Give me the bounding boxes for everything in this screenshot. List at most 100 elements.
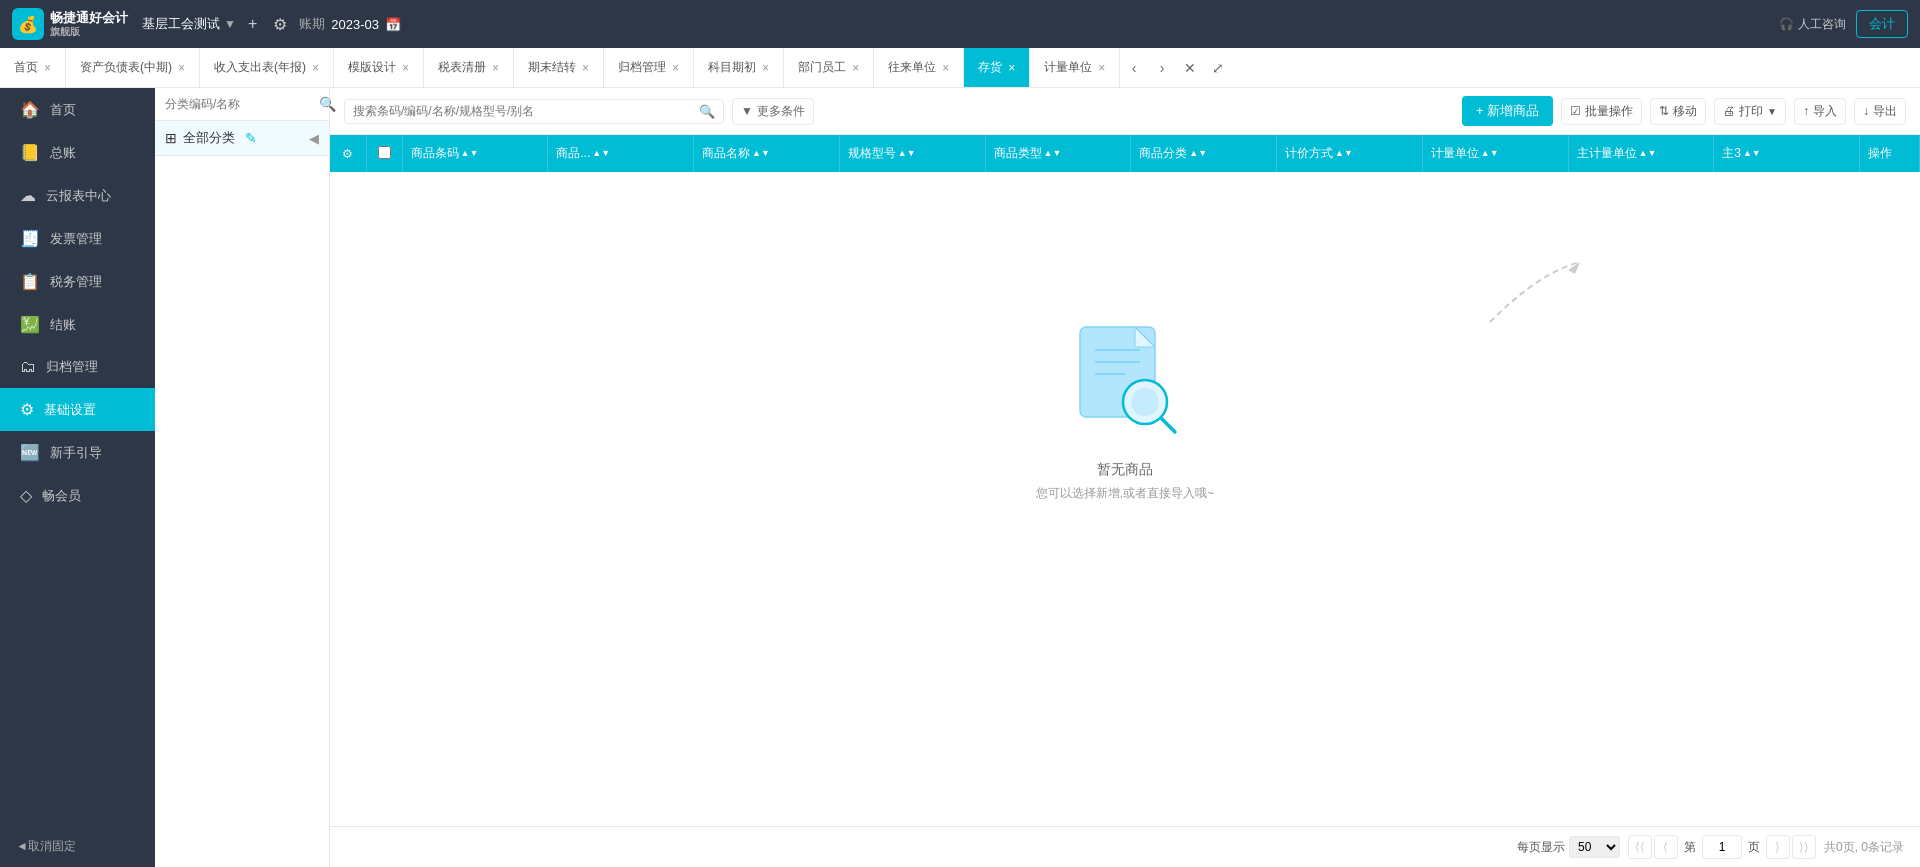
th-code[interactable]: 商品... ▲▼ xyxy=(548,135,694,172)
header-settings-button[interactable]: ⚙ xyxy=(269,11,291,38)
tab-period-close[interactable]: 期末结转 × xyxy=(514,48,604,87)
tab-subject[interactable]: 科目期初 × xyxy=(694,48,784,87)
sidebar-item-archive[interactable]: 🗂 归档管理 xyxy=(0,346,155,388)
add-tab-button[interactable]: + xyxy=(244,11,261,37)
tab-close-income[interactable]: × xyxy=(312,61,319,75)
sort-arrows-code: ▲▼ xyxy=(592,149,610,158)
th-checkbox[interactable] xyxy=(366,135,402,172)
settings-icon: ⚙ xyxy=(20,400,34,419)
pagination-bar: 每页显示 102050100 ⟨⟨ ⟨ 第 页 ⟩ ⟩⟩ 共0页, 0条 xyxy=(330,826,1920,867)
next-page-button[interactable]: ⟩ xyxy=(1766,835,1790,859)
tab-close-dept[interactable]: × xyxy=(852,61,859,75)
prev-page-button[interactable]: ⟨ xyxy=(1654,835,1678,859)
tab-inventory[interactable]: 存货 × xyxy=(964,48,1030,87)
th-name[interactable]: 商品名称 ▲▼ xyxy=(694,135,840,172)
sidebar-unpin-button[interactable]: ◄取消固定 xyxy=(0,826,155,867)
th-col3[interactable]: 主3 ▲▼ xyxy=(1714,135,1860,172)
calendar-icon[interactable]: 📅 xyxy=(385,17,401,32)
page-navigation: ⟨⟨ ⟨ 第 页 ⟩ ⟩⟩ xyxy=(1628,835,1816,859)
tab-close-subject[interactable]: × xyxy=(762,61,769,75)
import-button[interactable]: ↑ 导入 xyxy=(1794,98,1846,125)
company-name[interactable]: 基层工会测试 ▼ xyxy=(142,15,236,33)
th-spec[interactable]: 规格型号 ▲▼ xyxy=(839,135,985,172)
account-button[interactable]: 会计 xyxy=(1856,10,1908,38)
th-main-unit[interactable]: 主计量单位 ▲▼ xyxy=(1568,135,1714,172)
tab-template[interactable]: 模版设计 × xyxy=(334,48,424,87)
page-number-input[interactable] xyxy=(1702,835,1742,859)
th-category[interactable]: 商品分类 ▲▼ xyxy=(1131,135,1277,172)
th-settings[interactable]: ⚙ xyxy=(330,135,366,172)
select-all-checkbox[interactable] xyxy=(378,146,391,159)
tab-close-period[interactable]: × xyxy=(582,61,589,75)
category-search-input[interactable] xyxy=(165,97,315,111)
settle-icon: 💹 xyxy=(20,315,40,334)
tab-prev-button[interactable]: ‹ xyxy=(1120,48,1148,87)
tab-close-tax[interactable]: × xyxy=(492,61,499,75)
category-search-container: 🔍 xyxy=(155,88,329,121)
edit-category-icon[interactable]: ✎ xyxy=(245,130,257,146)
tab-close-archive[interactable]: × xyxy=(672,61,679,75)
tab-income[interactable]: 收入支出表(年报) × xyxy=(200,48,334,87)
tab-expand-button[interactable]: ⤢ xyxy=(1204,48,1232,87)
last-page-button[interactable]: ⟩⟩ xyxy=(1792,835,1816,859)
sidebar-item-settings[interactable]: ⚙ 基础设置 xyxy=(0,388,155,431)
sidebar-item-ledger[interactable]: 📒 总账 xyxy=(0,131,155,174)
tab-close-all-button[interactable]: ✕ xyxy=(1176,48,1204,87)
collapse-panel-icon[interactable]: ◀ xyxy=(309,131,319,146)
tab-close-template[interactable]: × xyxy=(402,61,409,75)
tab-close-balance[interactable]: × xyxy=(178,61,185,75)
tab-archive[interactable]: 归档管理 × xyxy=(604,48,694,87)
sidebar-item-invoice[interactable]: 🧾 发票管理 xyxy=(0,217,155,260)
sidebar-item-home[interactable]: 🏠 首页 xyxy=(0,88,155,131)
sidebar-item-member[interactable]: ◇ 畅会员 xyxy=(0,474,155,517)
tab-balance-sheet[interactable]: 资产负债表(中期) × xyxy=(66,48,200,87)
tab-close-inventory[interactable]: × xyxy=(1008,61,1015,75)
th-unit[interactable]: 计量单位 ▲▼ xyxy=(1422,135,1568,172)
print-button[interactable]: 🖨 打印 ▼ xyxy=(1714,98,1786,125)
th-barcode[interactable]: 商品条码 ▲▼ xyxy=(402,135,548,172)
sidebar-item-guide[interactable]: 🆕 新手引导 xyxy=(0,431,155,474)
page-size-select-input[interactable]: 102050100 xyxy=(1569,836,1620,858)
tab-unit[interactable]: 计量单位 × xyxy=(1030,48,1120,87)
export-icon: ↓ xyxy=(1863,104,1869,118)
app-name-main: 畅捷通好会计 xyxy=(50,10,128,26)
tab-next-button[interactable]: › xyxy=(1148,48,1176,87)
tab-tax[interactable]: 税表清册 × xyxy=(424,48,514,87)
sort-arrows-type: ▲▼ xyxy=(1044,149,1062,158)
product-table: ⚙ 商品条码 ▲▼ xyxy=(330,135,1920,172)
empty-subtitle: 您可以选择新增,或者直接导入哦~ xyxy=(1036,485,1214,502)
th-type[interactable]: 商品类型 ▲▼ xyxy=(985,135,1131,172)
more-filter-button[interactable]: ▼ 更多条件 xyxy=(732,98,814,125)
new-product-button[interactable]: + 新增商品 xyxy=(1462,96,1553,126)
batch-operation-button[interactable]: ☑ 批量操作 xyxy=(1561,98,1642,125)
first-page-button[interactable]: ⟨⟨ xyxy=(1628,835,1652,859)
sidebar: 🏠 首页 📒 总账 ☁ 云报表中心 🧾 发票管理 📋 税务管理 💹 结账 xyxy=(0,88,155,867)
tab-department[interactable]: 部门员工 × xyxy=(784,48,874,87)
sidebar-item-tax[interactable]: 📋 税务管理 xyxy=(0,260,155,303)
sidebar-item-reports[interactable]: ☁ 云报表中心 xyxy=(0,174,155,217)
left-panel: 🔍 ⊞ 全部分类 ✎ ◀ xyxy=(155,88,330,867)
th-pricing[interactable]: 计价方式 ▲▼ xyxy=(1277,135,1423,172)
logo-icon: 💰 xyxy=(12,8,44,40)
move-button[interactable]: ⇅ 移动 xyxy=(1650,98,1706,125)
tab-home[interactable]: 首页 × xyxy=(0,48,66,87)
sort-arrows-unit: ▲▼ xyxy=(1481,149,1499,158)
top-header: 💰 畅捷通好会计 旗舰版 基层工会测试 ▼ + ⚙ 账期 2023-03 📅 🎧 xyxy=(0,0,1920,48)
tab-close-unit[interactable]: × xyxy=(1098,61,1105,75)
svg-point-6 xyxy=(1131,388,1159,416)
sidebar-item-settle[interactable]: 💹 结账 xyxy=(0,303,155,346)
page-size-selector: 每页显示 102050100 xyxy=(1517,836,1620,858)
sort-arrows-col3: ▲▼ xyxy=(1743,149,1761,158)
help-button[interactable]: 🎧 人工咨询 xyxy=(1779,16,1846,33)
empty-state: 暂无商品 您可以选择新增,或者直接导入哦~ xyxy=(330,172,1920,582)
tab-close-customer[interactable]: × xyxy=(942,61,949,75)
product-search-input[interactable] xyxy=(353,104,695,118)
tax-icon: 📋 xyxy=(20,272,40,291)
product-search-icon[interactable]: 🔍 xyxy=(699,104,715,119)
tab-close-home[interactable]: × xyxy=(44,61,51,75)
export-button[interactable]: ↓ 导出 xyxy=(1854,98,1906,125)
all-categories-item[interactable]: ⊞ 全部分类 ✎ ◀ xyxy=(155,121,329,156)
table-container: ⚙ 商品条码 ▲▼ xyxy=(330,135,1920,826)
ledger-icon: 📒 xyxy=(20,143,40,162)
tab-customer[interactable]: 往来单位 × xyxy=(874,48,964,87)
